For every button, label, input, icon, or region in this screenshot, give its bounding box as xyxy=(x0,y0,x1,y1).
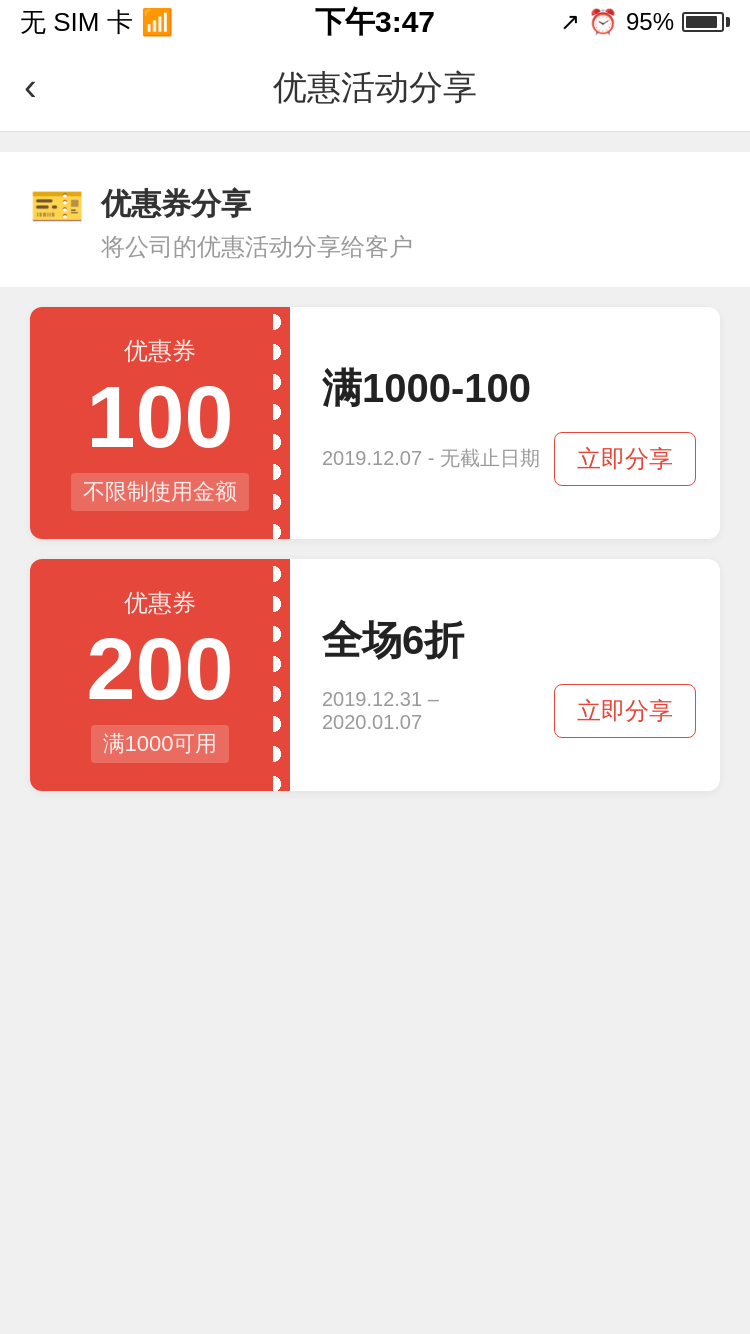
coupon-list: 优惠券 100 不限制使用金额 满1000-100 2019.12.07 - 无… xyxy=(0,287,750,811)
status-bar: 无 SIM 卡 📶 下午3:47 ↗ ⏰ 95% xyxy=(0,0,750,44)
status-left: 无 SIM 卡 📶 xyxy=(20,5,173,40)
battery-indicator xyxy=(682,12,730,32)
status-right: ↗ ⏰ 95% xyxy=(560,8,730,36)
battery-percent: 95% xyxy=(626,8,674,36)
section-subtitle: 将公司的优惠活动分享给客户 xyxy=(101,231,413,263)
coupon-name-1: 满1000-100 xyxy=(322,361,696,416)
coupon-date-2: 2019.12.31 – 2020.01.07 xyxy=(322,688,544,734)
coupon-right-2: 全场6折 2019.12.31 – 2020.01.07 立即分享 xyxy=(290,559,720,791)
coupon-value-2: 200 xyxy=(87,625,234,713)
back-button[interactable]: ‹ xyxy=(24,66,37,109)
coupon-card-1: 优惠券 100 不限制使用金额 满1000-100 2019.12.07 - 无… xyxy=(30,307,720,539)
section-title: 优惠券分享 xyxy=(101,184,413,225)
nav-title: 优惠活动分享 xyxy=(273,65,477,111)
alarm-icon: ⏰ xyxy=(588,8,618,36)
coupon-bottom-2: 2019.12.31 – 2020.01.07 立即分享 xyxy=(322,684,696,738)
coupon-value-1: 100 xyxy=(87,373,234,461)
coupon-type-2: 优惠券 xyxy=(124,587,196,619)
coupon-name-2: 全场6折 xyxy=(322,613,696,668)
share-button-2[interactable]: 立即分享 xyxy=(554,684,696,738)
wifi-icon: 📶 xyxy=(141,7,173,38)
bottom-area xyxy=(0,811,750,1211)
section-header: 🎫 优惠券分享 将公司的优惠活动分享给客户 xyxy=(0,152,750,287)
coupon-left-2: 优惠券 200 满1000可用 xyxy=(30,559,290,791)
status-time: 下午3:47 xyxy=(315,2,435,43)
signal-label: 无 SIM 卡 xyxy=(20,5,133,40)
coupon-bottom-1: 2019.12.07 - 无截止日期 立即分享 xyxy=(322,432,696,486)
coupon-left-1: 优惠券 100 不限制使用金额 xyxy=(30,307,290,539)
share-button-1[interactable]: 立即分享 xyxy=(554,432,696,486)
coupon-condition-1: 不限制使用金额 xyxy=(71,473,249,511)
section-icon: 🎫 xyxy=(30,184,85,228)
coupon-card-2: 优惠券 200 满1000可用 全场6折 2019.12.31 – 2020.0… xyxy=(30,559,720,791)
nav-bar: ‹ 优惠活动分享 xyxy=(0,44,750,132)
section-text: 优惠券分享 将公司的优惠活动分享给客户 xyxy=(101,184,413,263)
coupon-date-1: 2019.12.07 - 无截止日期 xyxy=(322,445,544,472)
coupon-type-1: 优惠券 xyxy=(124,335,196,367)
location-icon: ↗ xyxy=(560,8,580,36)
coupon-condition-2: 满1000可用 xyxy=(91,725,230,763)
coupon-right-1: 满1000-100 2019.12.07 - 无截止日期 立即分享 xyxy=(290,307,720,539)
